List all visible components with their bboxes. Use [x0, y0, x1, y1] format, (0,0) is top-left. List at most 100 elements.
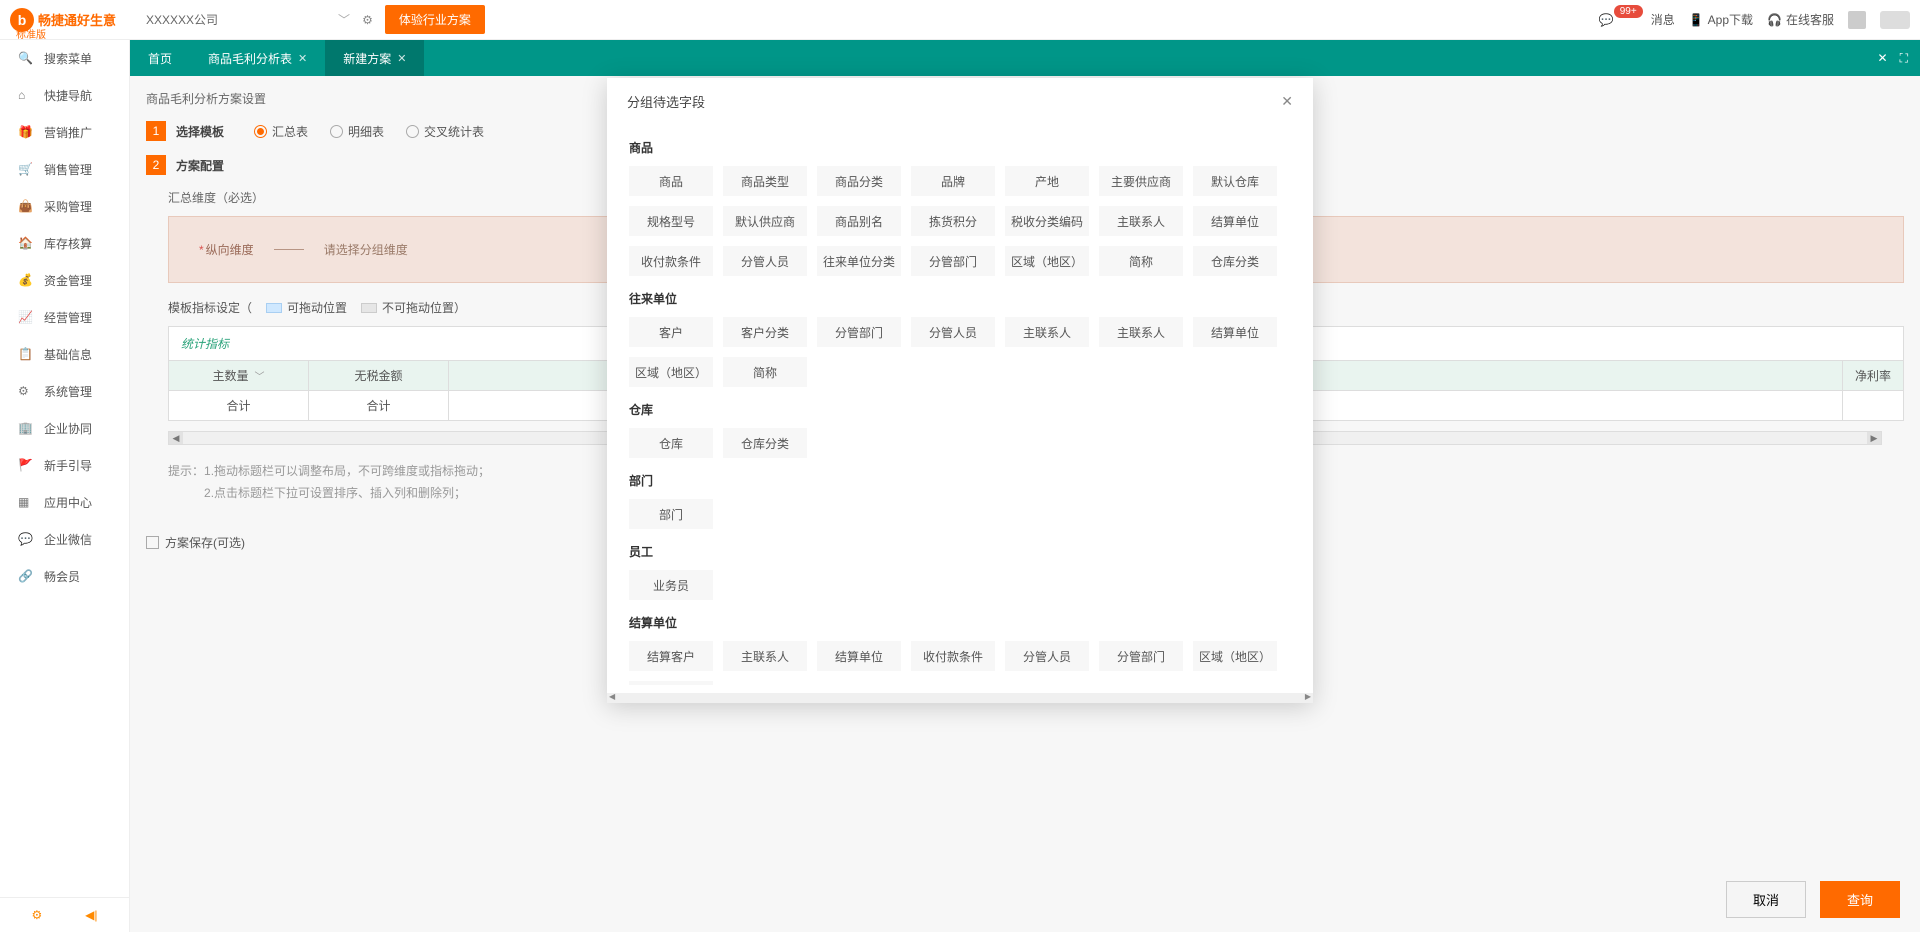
- company-selector[interactable]: XXXXXX公司 ﹀: [146, 11, 350, 28]
- sidebar-label: 新手引导: [44, 457, 92, 474]
- field-chip[interactable]: 区域（地区）: [1005, 246, 1089, 276]
- sidebar-item-finance[interactable]: 💰资金管理: [0, 262, 129, 299]
- user-menu[interactable]: [1880, 11, 1910, 29]
- sidebar-item-marketing[interactable]: 🎁营销推广: [0, 114, 129, 151]
- sum-cell: 合计: [169, 391, 309, 420]
- sidebar-item-quicknav[interactable]: ⌂快捷导航: [0, 77, 129, 114]
- field-chip[interactable]: 品牌: [911, 166, 995, 196]
- field-chip[interactable]: 商品: [629, 166, 713, 196]
- messages-button[interactable]: 💬 99+ 消息: [1599, 11, 1675, 28]
- field-chip[interactable]: 主联系人: [1099, 317, 1183, 347]
- field-chip[interactable]: 区域（地区）: [1193, 641, 1277, 671]
- radio-detail[interactable]: 明细表: [330, 123, 384, 140]
- sidebar-item-collab[interactable]: 🏢企业协同: [0, 410, 129, 447]
- warehouse-icon: 🏠: [18, 236, 34, 252]
- field-chip[interactable]: 产地: [1005, 166, 1089, 196]
- close-icon[interactable]: ✕: [298, 52, 307, 65]
- avatar-icon[interactable]: [1848, 11, 1866, 29]
- field-chip[interactable]: 分管人员: [1005, 641, 1089, 671]
- field-chip[interactable]: 仓库分类: [723, 428, 807, 458]
- field-chip[interactable]: 往来单位分类: [817, 246, 901, 276]
- sidebar-item-inventory[interactable]: 🏠库存核算: [0, 225, 129, 262]
- sidebar-item-system[interactable]: ⚙系统管理: [0, 373, 129, 410]
- app-download-button[interactable]: 📱 App下载: [1689, 11, 1753, 28]
- tab-profit-analysis[interactable]: 商品毛利分析表✕: [190, 40, 325, 76]
- field-chip[interactable]: 主联系人: [723, 641, 807, 671]
- cancel-button[interactable]: 取消: [1726, 881, 1806, 918]
- sidebar-item-purchase[interactable]: 👜采购管理: [0, 188, 129, 225]
- field-chip[interactable]: 客户: [629, 317, 713, 347]
- try-industry-button[interactable]: 体验行业方案: [385, 5, 485, 34]
- sidebar-item-search[interactable]: 🔍搜索菜单: [0, 40, 129, 77]
- field-chip[interactable]: 分管部门: [911, 246, 995, 276]
- field-chip[interactable]: 税收分类编码: [1005, 206, 1089, 236]
- field-chip[interactable]: 分管部门: [817, 317, 901, 347]
- field-chip[interactable]: 结算单位: [817, 641, 901, 671]
- field-chip[interactable]: 部门: [629, 499, 713, 529]
- sidebar-item-guide[interactable]: 🚩 新手引导: [0, 447, 129, 484]
- indicator-label: 模板指标设定（: [168, 299, 252, 316]
- radio-summary[interactable]: 汇总表: [254, 123, 308, 140]
- field-chip[interactable]: 结算单位: [1193, 317, 1277, 347]
- sidebar-item-member[interactable]: 🔗畅会员: [0, 558, 129, 595]
- radio-cross[interactable]: 交叉统计表: [406, 123, 484, 140]
- sidebar-item-wechat[interactable]: 💬企业微信: [0, 521, 129, 558]
- field-chip[interactable]: 收付款条件: [629, 246, 713, 276]
- field-chip[interactable]: 业务员: [629, 570, 713, 600]
- field-chip[interactable]: 收付款条件: [911, 641, 995, 671]
- field-chip[interactable]: 拣货积分: [911, 206, 995, 236]
- sidebar-item-sales[interactable]: 🛒销售管理: [0, 151, 129, 188]
- field-chip[interactable]: 规格型号: [629, 206, 713, 236]
- close-all-icon[interactable]: ✕: [1878, 51, 1888, 65]
- field-chip[interactable]: 商品分类: [817, 166, 901, 196]
- sidebar-item-appcenter[interactable]: ▦应用中心: [0, 484, 129, 521]
- tab-new-scheme[interactable]: 新建方案✕: [325, 40, 424, 76]
- field-chip[interactable]: 客户分类: [723, 317, 807, 347]
- flag-icon: 🚩: [18, 458, 34, 474]
- field-chip[interactable]: 商品别名: [817, 206, 901, 236]
- grid-icon: ▦: [18, 495, 34, 511]
- sidebar-item-basic[interactable]: 📋基础信息: [0, 336, 129, 373]
- col-net-rate[interactable]: 净利率: [1843, 361, 1903, 390]
- field-chip[interactable]: 仓库分类: [1193, 246, 1277, 276]
- sidebar-item-business[interactable]: 📈经营管理: [0, 299, 129, 336]
- field-chip[interactable]: 结算单位: [1193, 206, 1277, 236]
- col-label: 净利率: [1855, 367, 1891, 384]
- field-chip[interactable]: 分管部门: [1099, 641, 1183, 671]
- close-icon[interactable]: ✕: [1281, 93, 1293, 110]
- save-checkbox[interactable]: [146, 536, 159, 549]
- close-icon[interactable]: ✕: [397, 52, 406, 65]
- scroll-left-icon[interactable]: ◀: [169, 432, 183, 444]
- dim-placeholder[interactable]: 请选择分组维度: [324, 241, 408, 258]
- field-chip[interactable]: 商品类型: [723, 166, 807, 196]
- collapse-icon[interactable]: ◀|: [85, 908, 97, 922]
- online-service-button[interactable]: 🎧 在线客服: [1767, 11, 1834, 28]
- field-chip[interactable]: 简称: [629, 681, 713, 685]
- settings-icon[interactable]: ⚙: [31, 908, 42, 922]
- gear-icon[interactable]: ⚙: [362, 13, 373, 27]
- field-chip[interactable]: 分管人员: [911, 317, 995, 347]
- field-chip[interactable]: 区域（地区）: [629, 357, 713, 387]
- tab-home[interactable]: 首页: [130, 40, 190, 76]
- field-chip[interactable]: 简称: [1099, 246, 1183, 276]
- legend-fixed: 不可拖动位置）: [361, 299, 466, 316]
- modal-horizontal-scrollbar[interactable]: [607, 693, 1313, 703]
- sidebar-label: 企业微信: [44, 531, 92, 548]
- field-chip[interactable]: 仓库: [629, 428, 713, 458]
- field-chip[interactable]: 主联系人: [1005, 317, 1089, 347]
- col-main-qty[interactable]: 主数量﹀: [169, 361, 309, 390]
- fullscreen-icon[interactable]: ⛶: [1900, 51, 1908, 66]
- field-chip[interactable]: 结算客户: [629, 641, 713, 671]
- field-chip[interactable]: 简称: [723, 357, 807, 387]
- col-no-tax[interactable]: 无税金额: [309, 361, 449, 390]
- field-chip[interactable]: 主联系人: [1099, 206, 1183, 236]
- field-chip[interactable]: 默认仓库: [1193, 166, 1277, 196]
- query-button[interactable]: 查询: [1820, 881, 1900, 918]
- scroll-right-icon[interactable]: ▶: [1867, 432, 1881, 444]
- tab-label: 首页: [148, 50, 172, 67]
- field-group-title: 部门: [629, 472, 1291, 489]
- legend-text: 不可拖动位置）: [382, 299, 466, 316]
- field-chip[interactable]: 默认供应商: [723, 206, 807, 236]
- field-chip[interactable]: 分管人员: [723, 246, 807, 276]
- field-chip[interactable]: 主要供应商: [1099, 166, 1183, 196]
